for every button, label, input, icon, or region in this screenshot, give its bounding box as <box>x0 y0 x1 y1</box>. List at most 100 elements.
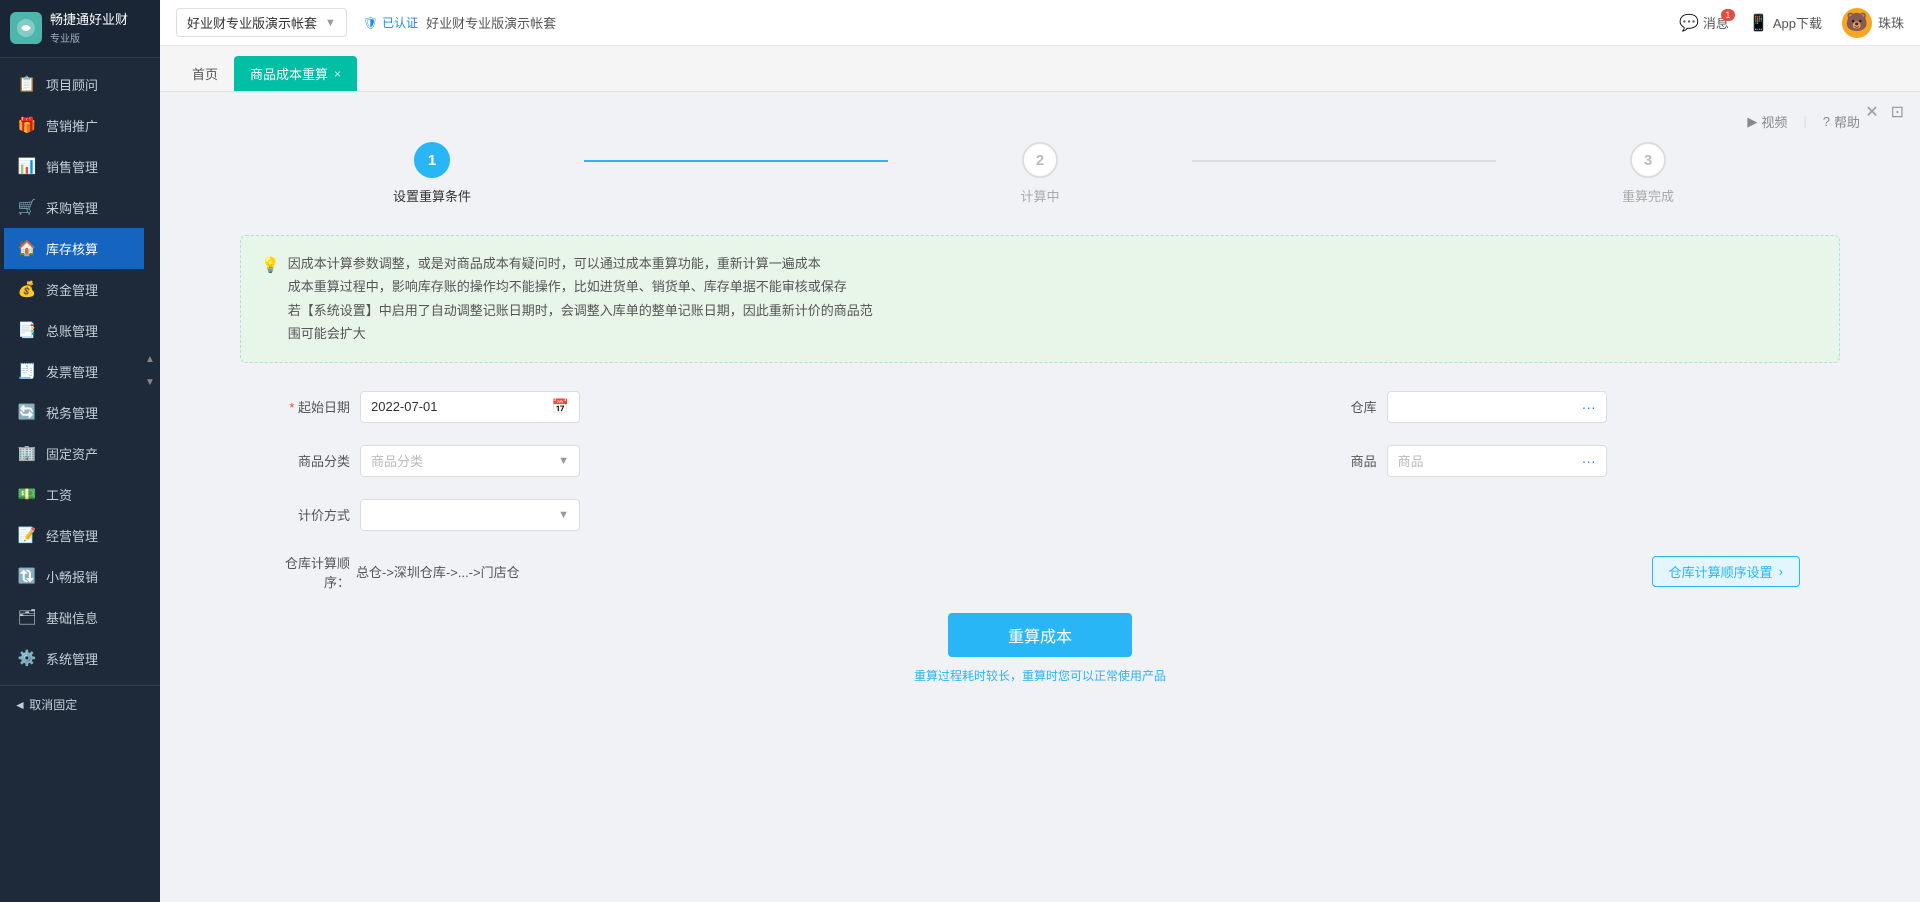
sidebar-item-assets[interactable]: 🏢 固定资产 <box>4 433 144 474</box>
sidebar-item-label: 税务管理 <box>46 403 98 422</box>
pricing-input[interactable]: ▼ <box>360 499 580 531</box>
step-3-num: 3 <box>1644 152 1652 169</box>
project-icon: 📋 <box>18 75 36 93</box>
goods-label: 商品 <box>1307 451 1377 470</box>
scroll-up-arrow[interactable]: ▲ <box>143 352 157 367</box>
company-name-display: 好业财专业版演示帐套 <box>426 13 556 32</box>
tab-home[interactable]: 首页 <box>176 56 234 91</box>
shield-icon: 🛡 <box>363 16 378 30</box>
tab-cost-recalc[interactable]: 商品成本重算 × <box>234 56 357 91</box>
warehouse-field: 仓库 ··· <box>1307 391 1800 423</box>
sidebar-item-label: 项目顾问 <box>46 75 98 94</box>
warehouse-order-row: 仓库计算顺序： 总仓->深圳仓库->...->门店仓 仓库计算顺序设置 › <box>280 553 1800 591</box>
purchase-icon: 🛒 <box>18 198 36 216</box>
unpin-label: ◄ 取消固定 <box>14 696 77 713</box>
info-line-2: 成本重算过程中，影响库存账的操作均不能操作，比如进货单、销货单、库存单据不能审核… <box>288 275 873 298</box>
close-icon[interactable]: ✕ <box>1865 102 1878 122</box>
scroll-down-arrow[interactable]: ▼ <box>143 375 157 390</box>
more-icon[interactable]: ··· <box>1582 453 1596 469</box>
sidebar-item-purchase[interactable]: 🛒 采购管理 <box>4 187 144 228</box>
sidebar-item-inventory[interactable]: 🏠 库存核算 <box>4 228 144 269</box>
calendar-icon[interactable]: 📅 <box>552 398 569 415</box>
warehouse-order-label: 仓库计算顺序： <box>280 553 350 591</box>
goods-placeholder: 商品 <box>1398 451 1424 470</box>
inventory-icon: 🏠 <box>18 239 36 257</box>
sidebar-item-label: 营销推广 <box>46 116 98 135</box>
message-icon: 💬 <box>1679 13 1699 33</box>
basic-icon: 🗂 <box>18 608 36 626</box>
app-download-btn[interactable]: 📱 App下载 <box>1749 13 1822 33</box>
app-name: 畅捷通好业财 <box>50 12 128 28</box>
category-input[interactable]: 商品分类 ▼ <box>360 445 580 477</box>
sidebar-item-accounting[interactable]: 📑 总账管理 <box>4 310 144 351</box>
sidebar-item-system[interactable]: ⚙️ 系统管理 <box>4 638 144 679</box>
start-date-input[interactable]: 2022-07-01 📅 <box>360 391 580 423</box>
sidebar-item-expense[interactable]: 🔃 小畅报销 <box>4 556 144 597</box>
sidebar-item-invoice[interactable]: 🧾 发票管理 <box>4 351 144 392</box>
form-row-3: 计价方式 ▼ <box>280 499 1800 531</box>
mobile-icon: 📱 <box>1749 13 1769 33</box>
sidebar-item-tax[interactable]: 🔄 税务管理 <box>4 392 144 433</box>
notification-badge: 1 <box>1721 9 1735 21</box>
window-controls: ✕ ⊡ <box>1865 102 1904 122</box>
system-icon: ⚙️ <box>18 649 36 667</box>
user-menu-btn[interactable]: 🐻 珠珠 <box>1842 8 1904 38</box>
sidebar-item-label: 系统管理 <box>46 649 98 668</box>
sidebar-item-marketing[interactable]: 🎁 营销推广 <box>4 105 144 146</box>
step-line-2-3 <box>1192 160 1496 162</box>
tab-home-label: 首页 <box>192 67 218 82</box>
sidebar-unpin-btn[interactable]: ◄ 取消固定 <box>0 685 160 723</box>
finance-icon: 💰 <box>18 280 36 298</box>
warehouse-input[interactable]: ··· <box>1387 391 1607 423</box>
goods-input[interactable]: 商品 ··· <box>1387 445 1607 477</box>
message-btn[interactable]: 💬 消息 1 <box>1679 13 1729 33</box>
info-line-1: 因成本计算参数调整，或是对商品成本有疑问时，可以通过成本重算功能，重新计算一遍成… <box>288 252 873 275</box>
info-line-4: 围可能会扩大 <box>288 322 873 345</box>
verified-text: 已认证 <box>382 14 418 31</box>
steps-container: 1 设置重算条件 2 计算中 3 重算完成 <box>200 122 1880 205</box>
app-download-label: App下载 <box>1773 13 1822 32</box>
start-date-label: 起始日期 <box>280 397 350 416</box>
more-icon[interactable]: ··· <box>1582 399 1596 415</box>
sidebar-item-basic[interactable]: 🗂 基础信息 <box>4 597 144 638</box>
company-selector[interactable]: 好业财专业版演示帐套 ▼ <box>176 8 347 37</box>
app-edition: 专业版 <box>50 30 128 45</box>
sidebar-menu: 📋 项目顾问 🎁 营销推广 📊 销售管理 🛒 采购管理 🏠 库存核算 💰 <box>4 60 144 683</box>
recalc-section: 重算成本 重算过程耗时较长，重算时您可以正常使用产品 <box>200 613 1880 684</box>
company-selector-text: 好业财专业版演示帐套 <box>187 13 317 32</box>
step-3: 3 重算完成 <box>1496 142 1800 205</box>
sidebar-item-operations[interactable]: 📝 经营管理 <box>4 515 144 556</box>
start-date-field: 起始日期 2022-07-01 📅 <box>280 391 773 423</box>
sidebar-item-label: 总账管理 <box>46 321 98 340</box>
recalc-button[interactable]: 重算成本 <box>948 613 1132 657</box>
sidebar-item-label: 资金管理 <box>46 280 98 299</box>
chevron-down-icon[interactable]: ▼ <box>558 455 569 467</box>
expand-icon[interactable]: ⊡ <box>1891 102 1904 122</box>
step-1-circle: 1 <box>414 142 450 178</box>
sidebar-item-finance[interactable]: 💰 资金管理 <box>4 269 144 310</box>
form-container: 起始日期 2022-07-01 📅 仓库 ··· <box>200 391 1880 591</box>
warehouse-order-settings-btn[interactable]: 仓库计算顺序设置 › <box>1652 556 1800 587</box>
start-date-value: 2022-07-01 <box>371 399 438 414</box>
topbar-left: 好业财专业版演示帐套 ▼ 🛡 已认证 好业财专业版演示帐套 <box>176 8 1679 37</box>
payroll-icon: 💵 <box>18 485 36 503</box>
invoice-icon: 🧾 <box>18 362 36 380</box>
step-2-label: 计算中 <box>1020 186 1059 205</box>
topbar-right: 💬 消息 1 📱 App下载 🐻 珠珠 <box>1679 8 1904 38</box>
chevron-down-icon: ▼ <box>325 17 336 29</box>
user-name: 珠珠 <box>1878 13 1904 32</box>
sidebar-item-sales[interactable]: 📊 销售管理 <box>4 146 144 187</box>
warehouse-order-btn-label: 仓库计算顺序设置 <box>1669 562 1773 581</box>
chevron-down-icon[interactable]: ▼ <box>558 509 569 521</box>
tab-close-icon[interactable]: × <box>334 67 341 81</box>
step-1: 1 设置重算条件 <box>280 142 584 205</box>
sidebar-item-payroll[interactable]: 💵 工资 <box>4 474 144 515</box>
sidebar-logo: 畅捷通好业财 专业版 <box>0 0 160 58</box>
warehouse-order-value: 总仓->深圳仓库->...->门店仓 <box>356 562 1636 581</box>
topbar: 好业财专业版演示帐套 ▼ 🛡 已认证 好业财专业版演示帐套 💬 消息 1 📱 A… <box>160 0 1920 46</box>
marketing-icon: 🎁 <box>18 116 36 134</box>
step-3-label: 重算完成 <box>1622 186 1674 205</box>
content-area: ✕ ⊡ ▶ 视频 | ? 帮助 1 设置重算条件 <box>160 92 1920 902</box>
sidebar-item-project[interactable]: 📋 项目顾问 <box>4 64 144 105</box>
goods-field: 商品 商品 ··· <box>1307 445 1800 477</box>
